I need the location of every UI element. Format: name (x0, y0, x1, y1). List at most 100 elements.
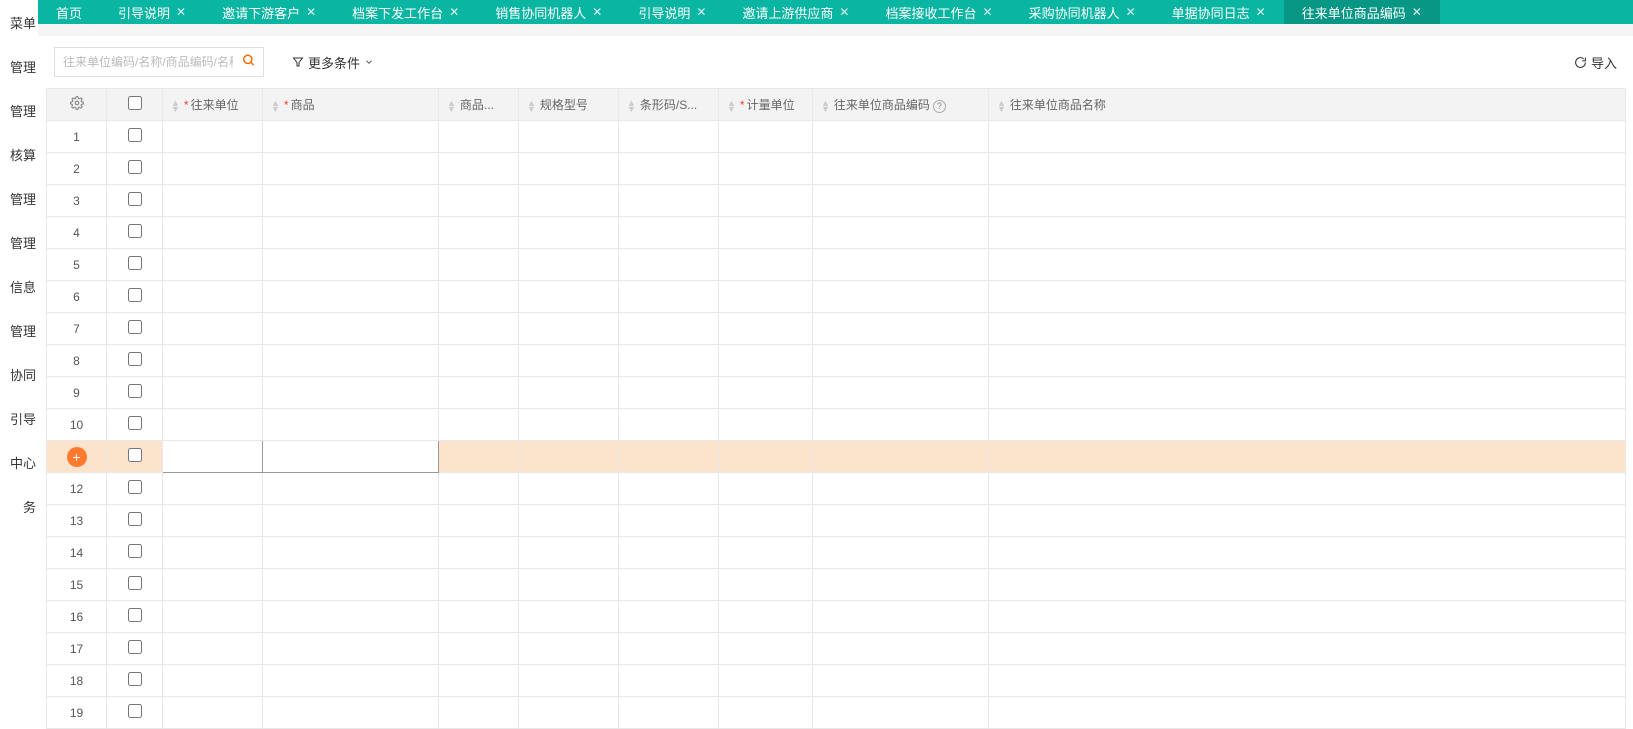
cell[interactable] (719, 569, 813, 601)
tab[interactable]: 引导说明✕ (100, 0, 204, 24)
cell[interactable] (989, 153, 1626, 185)
cell[interactable] (263, 697, 439, 729)
tab[interactable]: 往来单位商品编码✕ (1284, 0, 1440, 24)
cell[interactable] (619, 601, 719, 633)
cell[interactable] (163, 377, 263, 409)
table-row[interactable]: 9 (47, 377, 1626, 409)
cell[interactable] (519, 665, 619, 697)
header-goods-type[interactable]: ▲▼商品... (439, 89, 519, 121)
cell[interactable] (163, 153, 263, 185)
row-checkbox[interactable] (128, 704, 142, 718)
cell[interactable] (719, 377, 813, 409)
header-measure[interactable]: ▲▼*计量单位 (719, 89, 813, 121)
row-checkbox[interactable] (128, 416, 142, 430)
row-checkbox[interactable] (128, 480, 142, 494)
cell[interactable] (619, 281, 719, 313)
row-checkbox[interactable] (128, 544, 142, 558)
close-icon[interactable]: ✕ (839, 5, 849, 19)
table-row[interactable]: 19 (47, 697, 1626, 729)
cell[interactable] (519, 313, 619, 345)
table-row[interactable]: 13 (47, 505, 1626, 537)
table-row[interactable]: 2 (47, 153, 1626, 185)
left-nav-item[interactable]: 引导 (0, 396, 38, 440)
cell[interactable] (263, 345, 439, 377)
cell[interactable] (439, 345, 519, 377)
cell[interactable] (263, 505, 439, 537)
cell[interactable] (263, 377, 439, 409)
cell[interactable] (989, 473, 1626, 505)
cell[interactable] (439, 473, 519, 505)
cell[interactable] (813, 313, 989, 345)
search-input[interactable] (54, 47, 264, 77)
cell[interactable] (989, 313, 1626, 345)
table-row[interactable]: 17 (47, 633, 1626, 665)
cell[interactable] (619, 217, 719, 249)
cell[interactable] (263, 601, 439, 633)
row-checkbox[interactable] (128, 576, 142, 590)
tab[interactable]: 邀请上游供应商✕ (724, 0, 867, 24)
cell[interactable] (163, 345, 263, 377)
cell[interactable] (263, 537, 439, 569)
cell[interactable] (163, 217, 263, 249)
cell[interactable] (813, 249, 989, 281)
row-checkbox[interactable] (128, 160, 142, 174)
close-icon[interactable]: ✕ (983, 5, 993, 19)
cell[interactable] (719, 153, 813, 185)
cell[interactable] (263, 313, 439, 345)
header-partner-name[interactable]: ▲▼往来单位商品名称 (989, 89, 1626, 121)
close-icon[interactable]: ✕ (176, 5, 186, 19)
cell[interactable] (619, 121, 719, 153)
row-checkbox[interactable] (128, 672, 142, 686)
cell[interactable] (163, 569, 263, 601)
left-nav-item[interactable]: 管理 (0, 88, 38, 132)
row-checkbox[interactable] (128, 128, 142, 142)
cell[interactable] (263, 409, 439, 441)
cell[interactable] (163, 441, 263, 473)
cell[interactable] (719, 249, 813, 281)
tab[interactable]: 单据协同日志✕ (1154, 0, 1284, 24)
table-row[interactable]: 10 (47, 409, 1626, 441)
tab[interactable]: 销售协同机器人✕ (477, 0, 620, 24)
cell[interactable] (719, 697, 813, 729)
cell[interactable] (813, 665, 989, 697)
tab[interactable]: 引导说明✕ (620, 0, 724, 24)
more-conditions-button[interactable]: 更多条件 (292, 53, 374, 72)
cell[interactable] (719, 121, 813, 153)
row-checkbox[interactable] (128, 512, 142, 526)
cell[interactable] (619, 697, 719, 729)
table-row[interactable]: 14 (47, 537, 1626, 569)
cell[interactable] (989, 121, 1626, 153)
row-checkbox[interactable] (128, 256, 142, 270)
cell[interactable] (163, 665, 263, 697)
cell[interactable] (519, 633, 619, 665)
cell[interactable] (813, 601, 989, 633)
cell[interactable] (263, 121, 439, 153)
cell[interactable] (519, 345, 619, 377)
cell[interactable] (619, 505, 719, 537)
cell[interactable] (439, 313, 519, 345)
cell[interactable] (439, 153, 519, 185)
cell[interactable] (519, 569, 619, 601)
table-row[interactable]: 1 (47, 121, 1626, 153)
cell[interactable] (719, 185, 813, 217)
table-row[interactable]: 15 (47, 569, 1626, 601)
close-icon[interactable]: ✕ (592, 5, 602, 19)
cell[interactable] (813, 377, 989, 409)
header-partner-code[interactable]: ▲▼往来单位商品编码? (813, 89, 989, 121)
cell[interactable] (163, 313, 263, 345)
left-nav-item[interactable]: 管理 (0, 44, 38, 88)
cell[interactable] (163, 505, 263, 537)
row-checkbox[interactable] (128, 384, 142, 398)
left-nav-item[interactable]: 管理 (0, 308, 38, 352)
cell[interactable] (163, 121, 263, 153)
row-checkbox[interactable] (128, 448, 142, 462)
tab[interactable]: 采购协同机器人✕ (1011, 0, 1154, 24)
cell[interactable] (439, 249, 519, 281)
tab[interactable]: 邀请下游客户✕ (204, 0, 334, 24)
row-checkbox[interactable] (128, 608, 142, 622)
cell[interactable] (263, 665, 439, 697)
cell[interactable] (619, 473, 719, 505)
cell[interactable] (439, 121, 519, 153)
cell[interactable] (163, 633, 263, 665)
close-icon[interactable]: ✕ (696, 5, 706, 19)
